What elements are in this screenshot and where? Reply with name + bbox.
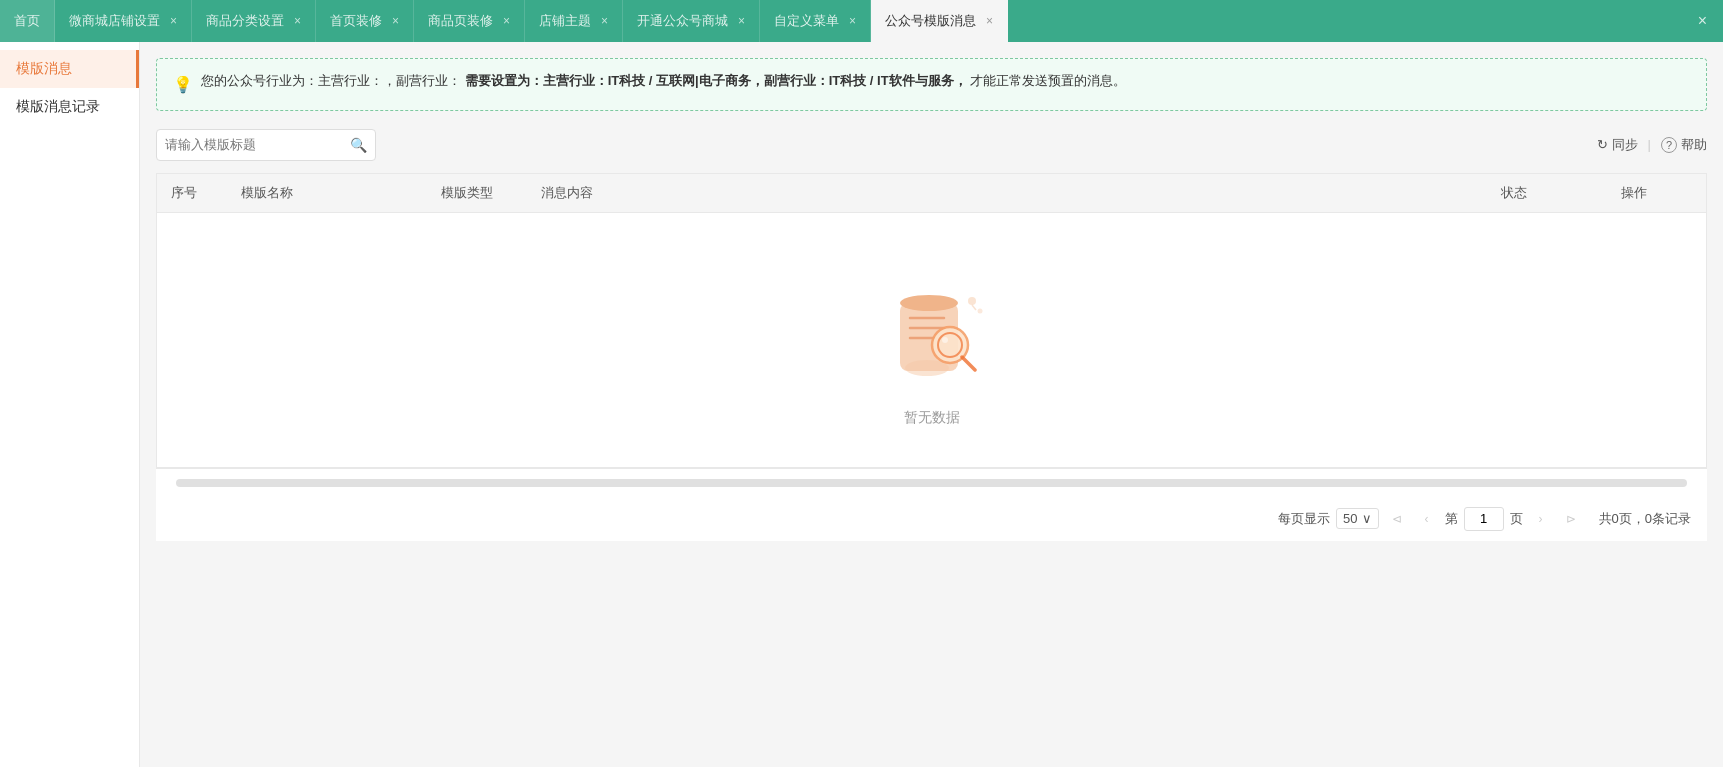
tab-mall-label: 开通公众号商城 bbox=[637, 12, 728, 30]
tab-homepage-close[interactable]: × bbox=[392, 14, 399, 28]
tab-category-close[interactable]: × bbox=[294, 14, 301, 28]
tab-home-label: 首页 bbox=[14, 12, 40, 30]
notice-text: 您的公众号行业为：主营行业：，副营行业： 需要设置为：主营行业：IT科技 / 互… bbox=[201, 71, 1126, 92]
tab-template-label: 公众号模版消息 bbox=[885, 12, 976, 30]
tab-theme[interactable]: 店铺主题 × bbox=[525, 0, 623, 42]
col-name: 模版名称 bbox=[227, 173, 427, 212]
page-prefix: 第 bbox=[1445, 510, 1458, 528]
tab-mall[interactable]: 开通公众号商城 × bbox=[623, 0, 760, 42]
tab-template[interactable]: 公众号模版消息 × bbox=[871, 0, 1008, 42]
tab-category-label: 商品分类设置 bbox=[206, 12, 284, 30]
search-bar: 🔍 ↻ 同步 | ? 帮助 bbox=[156, 129, 1707, 161]
close-all-button[interactable]: × bbox=[1682, 12, 1723, 30]
page-unit: 页 bbox=[1510, 510, 1523, 528]
svg-point-10 bbox=[968, 297, 976, 305]
tab-home[interactable]: 首页 bbox=[0, 0, 55, 42]
pagination: 每页显示 50 ∨ ⊲ ‹ 第 页 › ⊳ 共0页，0条记录 bbox=[156, 497, 1707, 541]
col-content: 消息内容 bbox=[527, 173, 1487, 212]
help-label: 帮助 bbox=[1681, 136, 1707, 154]
page-input[interactable] bbox=[1464, 507, 1504, 531]
tab-productpage-label: 商品页装修 bbox=[428, 12, 493, 30]
tab-custommenu-label: 自定义菜单 bbox=[774, 12, 839, 30]
data-table: 序号 模版名称 模版类型 消息内容 状态 操作 bbox=[156, 173, 1707, 468]
col-index: 序号 bbox=[157, 173, 227, 212]
sync-label: 同步 bbox=[1612, 136, 1638, 154]
sync-button[interactable]: ↻ 同步 bbox=[1597, 136, 1638, 154]
horizontal-scrollbar[interactable] bbox=[176, 479, 1687, 487]
empty-text: 暂无数据 bbox=[904, 409, 960, 427]
notice-prefix: 您的公众号行业为：主营行业：，副营行业： bbox=[201, 73, 461, 88]
svg-point-2 bbox=[900, 295, 958, 311]
tab-productpage[interactable]: 商品页装修 × bbox=[414, 0, 525, 42]
tab-category[interactable]: 商品分类设置 × bbox=[192, 0, 316, 42]
page-size-value: 50 bbox=[1343, 511, 1357, 526]
col-type: 模版类型 bbox=[427, 173, 527, 212]
tab-template-close[interactable]: × bbox=[986, 14, 993, 28]
top-nav: 首页 微商城店铺设置 × 商品分类设置 × 首页装修 × 商品页装修 × 店铺主… bbox=[0, 0, 1723, 42]
notice-highlight: 需要设置为：主营行业：IT科技 / 互联网|电子商务，副营行业：IT科技 / I… bbox=[465, 73, 967, 88]
svg-line-12 bbox=[972, 305, 976, 310]
col-status: 状态 bbox=[1487, 173, 1607, 212]
svg-point-9 bbox=[942, 337, 948, 343]
search-input[interactable] bbox=[165, 137, 350, 152]
page-size-label: 每页显示 bbox=[1278, 510, 1330, 528]
svg-point-11 bbox=[977, 308, 982, 313]
tab-weishop[interactable]: 微商城店铺设置 × bbox=[55, 0, 192, 42]
sidebar-template-msg-label: 模版消息 bbox=[16, 60, 72, 76]
sidebar: 模版消息 模版消息记录 bbox=[0, 42, 140, 767]
help-button[interactable]: ? 帮助 bbox=[1661, 136, 1707, 154]
prev-page-button[interactable]: ‹ bbox=[1415, 507, 1439, 531]
tab-mall-close[interactable]: × bbox=[738, 14, 745, 28]
tab-weishop-label: 微商城店铺设置 bbox=[69, 12, 160, 30]
empty-state: 暂无数据 bbox=[157, 213, 1706, 467]
tab-theme-label: 店铺主题 bbox=[539, 12, 591, 30]
sync-icon: ↻ bbox=[1597, 137, 1608, 152]
content-area: 💡 您的公众号行业为：主营行业：，副营行业： 需要设置为：主营行业：IT科技 /… bbox=[140, 42, 1723, 767]
tab-custommenu-close[interactable]: × bbox=[849, 14, 856, 28]
last-page-button[interactable]: ⊳ bbox=[1559, 507, 1583, 531]
next-page-button[interactable]: › bbox=[1529, 507, 1553, 531]
notice-suffix: 才能正常发送预置的消息。 bbox=[970, 73, 1126, 88]
tab-weishop-close[interactable]: × bbox=[170, 14, 177, 28]
scrollbar-area[interactable] bbox=[156, 468, 1707, 497]
total-info: 共0页，0条记录 bbox=[1599, 510, 1691, 528]
tab-homepage[interactable]: 首页装修 × bbox=[316, 0, 414, 42]
close-all-icon: × bbox=[1698, 12, 1707, 29]
tab-custommenu[interactable]: 自定义菜单 × bbox=[760, 0, 871, 42]
notice-icon: 💡 bbox=[173, 72, 193, 98]
tab-homepage-label: 首页装修 bbox=[330, 12, 382, 30]
table-header-row: 序号 模版名称 模版类型 消息内容 状态 操作 bbox=[157, 173, 1707, 212]
search-input-wrap[interactable]: 🔍 bbox=[156, 129, 376, 161]
svg-line-8 bbox=[962, 357, 975, 370]
tab-theme-close[interactable]: × bbox=[601, 14, 608, 28]
search-actions: ↻ 同步 | ? 帮助 bbox=[1597, 136, 1707, 154]
sidebar-template-record-label: 模版消息记录 bbox=[16, 98, 100, 114]
action-divider: | bbox=[1648, 137, 1651, 152]
page-size-dropdown-icon: ∨ bbox=[1362, 511, 1372, 526]
sidebar-item-template-msg[interactable]: 模版消息 bbox=[0, 50, 139, 88]
col-action: 操作 bbox=[1607, 173, 1707, 212]
sidebar-item-template-record[interactable]: 模版消息记录 bbox=[0, 88, 139, 126]
search-icon[interactable]: 🔍 bbox=[350, 137, 367, 153]
page-size-select[interactable]: 50 ∨ bbox=[1336, 508, 1378, 529]
empty-illustration bbox=[872, 273, 992, 393]
notice-box: 💡 您的公众号行业为：主营行业：，副营行业： 需要设置为：主营行业：IT科技 /… bbox=[156, 58, 1707, 111]
first-page-button[interactable]: ⊲ bbox=[1385, 507, 1409, 531]
main-layout: 模版消息 模版消息记录 💡 您的公众号行业为：主营行业：，副营行业： 需要设置为… bbox=[0, 42, 1723, 767]
tab-productpage-close[interactable]: × bbox=[503, 14, 510, 28]
help-icon: ? bbox=[1661, 137, 1677, 153]
